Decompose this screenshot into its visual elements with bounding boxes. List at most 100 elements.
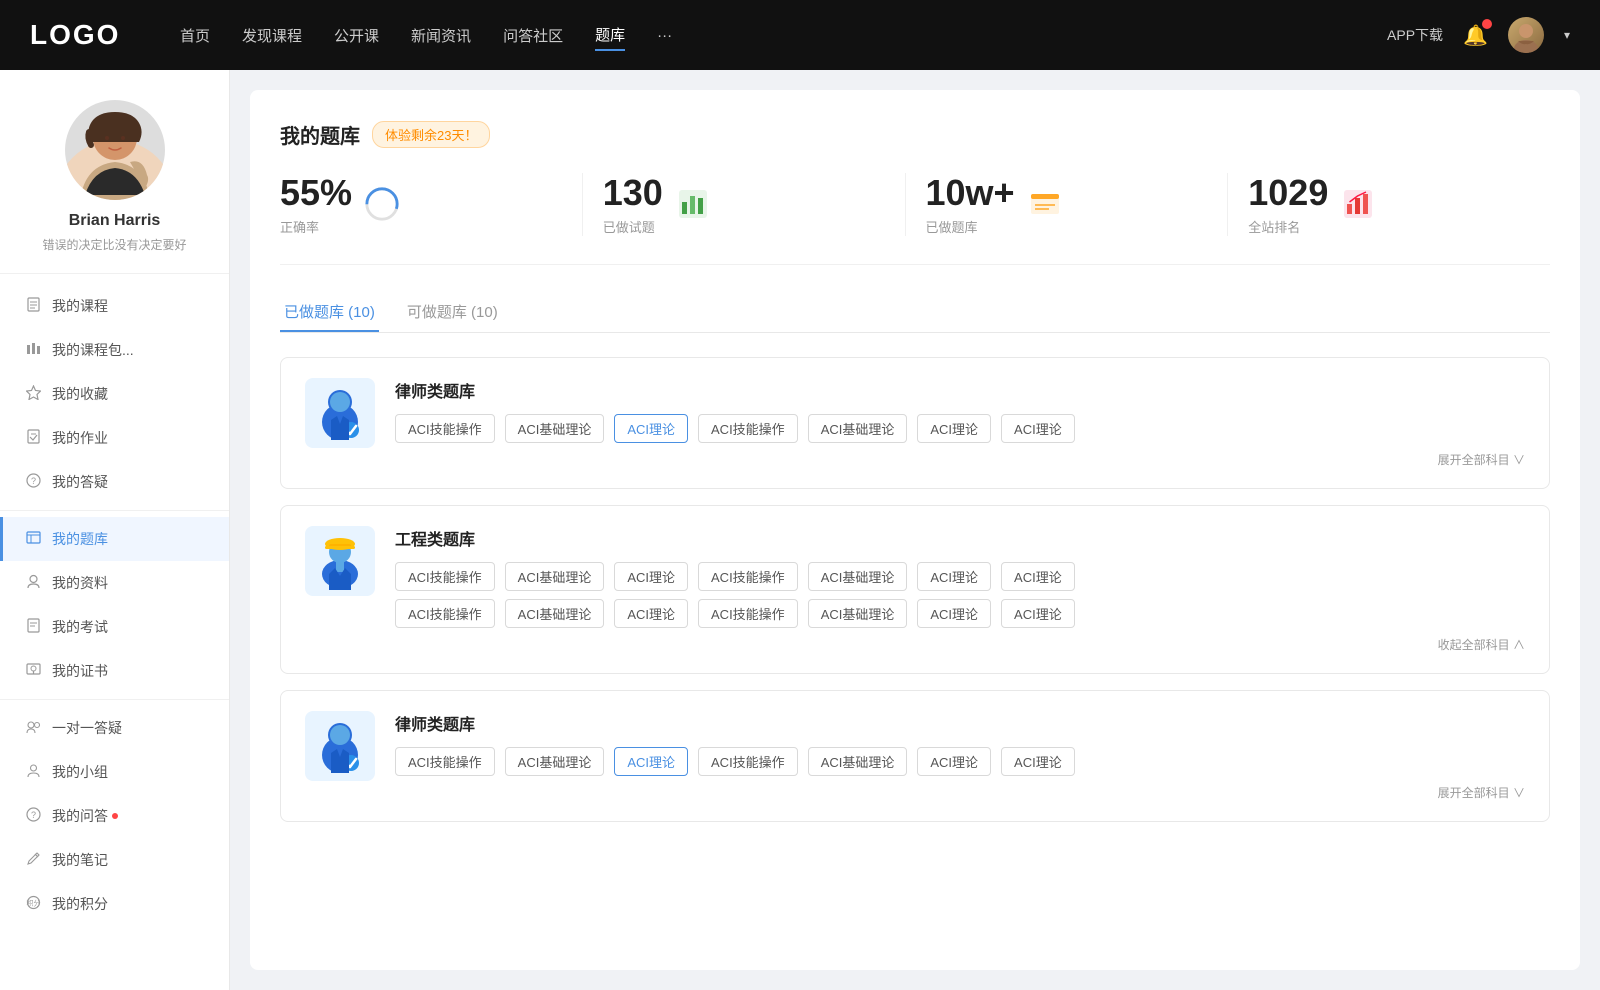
sidebar-divider-1 (0, 510, 229, 511)
sidebar-item-my-favorites[interactable]: 我的收藏 (0, 372, 229, 416)
tag-eng-2-2[interactable]: ACI基础理论 (505, 599, 605, 628)
tag-lawyer2-5[interactable]: ACI基础理论 (808, 747, 908, 776)
expand-link-lawyer-2[interactable]: 展开全部科目 ∨ (395, 784, 1525, 801)
sidebar-label-one-on-one: 一对一答疑 (52, 718, 122, 738)
nav-qa[interactable]: 问答社区 (503, 21, 563, 50)
sidebar-item-my-points[interactable]: 积分 我的积分 (0, 882, 229, 926)
bank-content-lawyer-2: 律师类题库 ACI技能操作 ACI基础理论 ACI理论 ACI技能操作 ACI基… (395, 711, 1525, 801)
logo[interactable]: LOGO (30, 19, 130, 51)
sidebar-item-my-notes[interactable]: 我的笔记 (0, 838, 229, 882)
sidebar-item-my-qa[interactable]: ? 我的问答 (0, 794, 229, 838)
bank-content-engineer: 工程类题库 ACI技能操作 ACI基础理论 ACI理论 ACI技能操作 ACI基… (395, 526, 1525, 653)
page-header: 我的题库 体验剩余23天！ (280, 120, 1550, 149)
done-banks-icon (1027, 186, 1063, 222)
profile-motto: 错误的决定比没有决定要好 (20, 236, 209, 253)
my-points-icon: 积分 (24, 895, 42, 914)
tag-lawyer2-4[interactable]: ACI技能操作 (698, 747, 798, 776)
stat-accuracy: 55% 正确率 (280, 173, 583, 236)
tag-eng-1-4[interactable]: ACI技能操作 (698, 562, 798, 591)
tag-lawyer1-2[interactable]: ACI基础理论 (505, 414, 605, 443)
stat-accuracy-text: 55% 正确率 (280, 173, 352, 236)
tag-lawyer1-6[interactable]: ACI理论 (917, 414, 991, 443)
sidebar-item-my-profile[interactable]: 我的资料 (0, 561, 229, 605)
stats-row: 55% 正确率 130 已做试题 (280, 173, 1550, 265)
account-chevron[interactable]: ▾ (1564, 28, 1570, 42)
page-title: 我的题库 (280, 120, 360, 149)
tag-eng-1-1[interactable]: ACI技能操作 (395, 562, 495, 591)
tag-eng-2-1[interactable]: ACI技能操作 (395, 599, 495, 628)
sidebar-item-one-on-one[interactable]: 一对一答疑 (0, 706, 229, 750)
sidebar-label-my-course: 我的课程 (52, 296, 108, 316)
sidebar-item-my-homework[interactable]: 我的作业 (0, 416, 229, 460)
tag-eng-1-3[interactable]: ACI理论 (614, 562, 688, 591)
my-group-icon (24, 763, 42, 782)
bank-title-lawyer-2: 律师类题库 (395, 711, 1525, 735)
stat-done-questions: 130 已做试题 (583, 173, 906, 236)
sidebar-item-my-course[interactable]: 我的课程 (0, 284, 229, 328)
sidebar-label-my-profile: 我的资料 (52, 573, 108, 593)
tag-lawyer2-1[interactable]: ACI技能操作 (395, 747, 495, 776)
stat-rank: 1029 全站排名 (1228, 173, 1550, 236)
expand-link-lawyer-1[interactable]: 展开全部科目 ∨ (395, 451, 1525, 468)
tag-eng-1-5[interactable]: ACI基础理论 (808, 562, 908, 591)
tag-lawyer1-7[interactable]: ACI理论 (1001, 414, 1075, 443)
bank-content-lawyer-1: 律师类题库 ACI技能操作 ACI基础理论 ACI理论 ACI技能操作 ACI基… (395, 378, 1525, 468)
tag-eng-2-3[interactable]: ACI理论 (614, 599, 688, 628)
tag-lawyer1-4[interactable]: ACI技能操作 (698, 414, 798, 443)
tab-available-banks[interactable]: 可做题库 (10) (403, 293, 502, 332)
my-questions-icon: ? (24, 473, 42, 492)
sidebar-label-my-qa: 我的问答 (52, 806, 108, 826)
tag-eng-1-7[interactable]: ACI理论 (1001, 562, 1075, 591)
bank-icon-engineer (305, 526, 375, 596)
tabs-row: 已做题库 (10) 可做题库 (10) (280, 293, 1550, 333)
user-avatar[interactable] (1508, 17, 1544, 53)
app-download-button[interactable]: APP下载 (1387, 25, 1443, 45)
nav-news[interactable]: 新闻资讯 (411, 21, 471, 50)
nav-discover[interactable]: 发现课程 (242, 21, 302, 50)
nav-open-course[interactable]: 公开课 (334, 21, 379, 50)
sidebar-divider-2 (0, 699, 229, 700)
nav-more[interactable]: ··· (657, 23, 672, 48)
tag-lawyer1-5[interactable]: ACI基础理论 (808, 414, 908, 443)
stat-rank-value: 1029 (1248, 173, 1328, 213)
stat-rank-text: 1029 全站排名 (1248, 173, 1328, 236)
main-menu: 首页 发现课程 公开课 新闻资讯 问答社区 题库 ··· (180, 20, 1387, 51)
tag-lawyer2-2[interactable]: ACI基础理论 (505, 747, 605, 776)
tag-lawyer1-1[interactable]: ACI技能操作 (395, 414, 495, 443)
tag-lawyer2-7[interactable]: ACI理论 (1001, 747, 1075, 776)
tag-eng-2-7[interactable]: ACI理论 (1001, 599, 1075, 628)
tag-eng-2-4[interactable]: ACI技能操作 (698, 599, 798, 628)
notification-bell[interactable]: 🔔 (1463, 23, 1488, 48)
nav-question-bank[interactable]: 题库 (595, 20, 625, 51)
nav-home[interactable]: 首页 (180, 21, 210, 50)
tag-eng-2-6[interactable]: ACI理论 (917, 599, 991, 628)
sidebar-item-my-bank[interactable]: 我的题库 (0, 517, 229, 561)
page-layout: Brian Harris 错误的决定比没有决定要好 我的课程 我的课程包... (0, 70, 1600, 990)
svg-text:?: ? (30, 810, 35, 820)
tag-eng-1-6[interactable]: ACI理论 (917, 562, 991, 591)
stat-done-banks-value: 10w+ (926, 173, 1015, 213)
tag-lawyer1-3[interactable]: ACI理论 (614, 414, 688, 443)
notification-badge (1482, 19, 1492, 29)
stat-accuracy-value: 55% (280, 173, 352, 213)
sidebar-item-my-package[interactable]: 我的课程包... (0, 328, 229, 372)
sidebar-item-my-group[interactable]: 我的小组 (0, 750, 229, 794)
sidebar-item-my-questions[interactable]: ? 我的答疑 (0, 460, 229, 504)
sidebar-item-my-cert[interactable]: 我的证书 (0, 649, 229, 693)
tag-lawyer2-6[interactable]: ACI理论 (917, 747, 991, 776)
main-content: 我的题库 体验剩余23天！ 55% 正确率 130 (250, 90, 1580, 970)
my-homework-icon (24, 429, 42, 448)
tag-eng-2-5[interactable]: ACI基础理论 (808, 599, 908, 628)
sidebar-label-my-bank: 我的题库 (52, 529, 108, 549)
tag-eng-1-2[interactable]: ACI基础理论 (505, 562, 605, 591)
bank-section-lawyer-1: 律师类题库 ACI技能操作 ACI基础理论 ACI理论 ACI技能操作 ACI基… (280, 357, 1550, 489)
tab-done-banks[interactable]: 已做题库 (10) (280, 293, 379, 332)
top-navigation: LOGO 首页 发现课程 公开课 新闻资讯 问答社区 题库 ··· APP下载 … (0, 0, 1600, 70)
tags-row-lawyer-1: ACI技能操作 ACI基础理论 ACI理论 ACI技能操作 ACI基础理论 AC… (395, 414, 1525, 443)
sidebar-label-my-points: 我的积分 (52, 894, 108, 914)
tag-lawyer2-3[interactable]: ACI理论 (614, 747, 688, 776)
bank-section-engineer: 工程类题库 ACI技能操作 ACI基础理论 ACI理论 ACI技能操作 ACI基… (280, 505, 1550, 674)
one-on-one-icon (24, 719, 42, 738)
sidebar-item-my-exam[interactable]: 我的考试 (0, 605, 229, 649)
expand-link-engineer[interactable]: 收起全部科目 ∧ (395, 636, 1525, 653)
